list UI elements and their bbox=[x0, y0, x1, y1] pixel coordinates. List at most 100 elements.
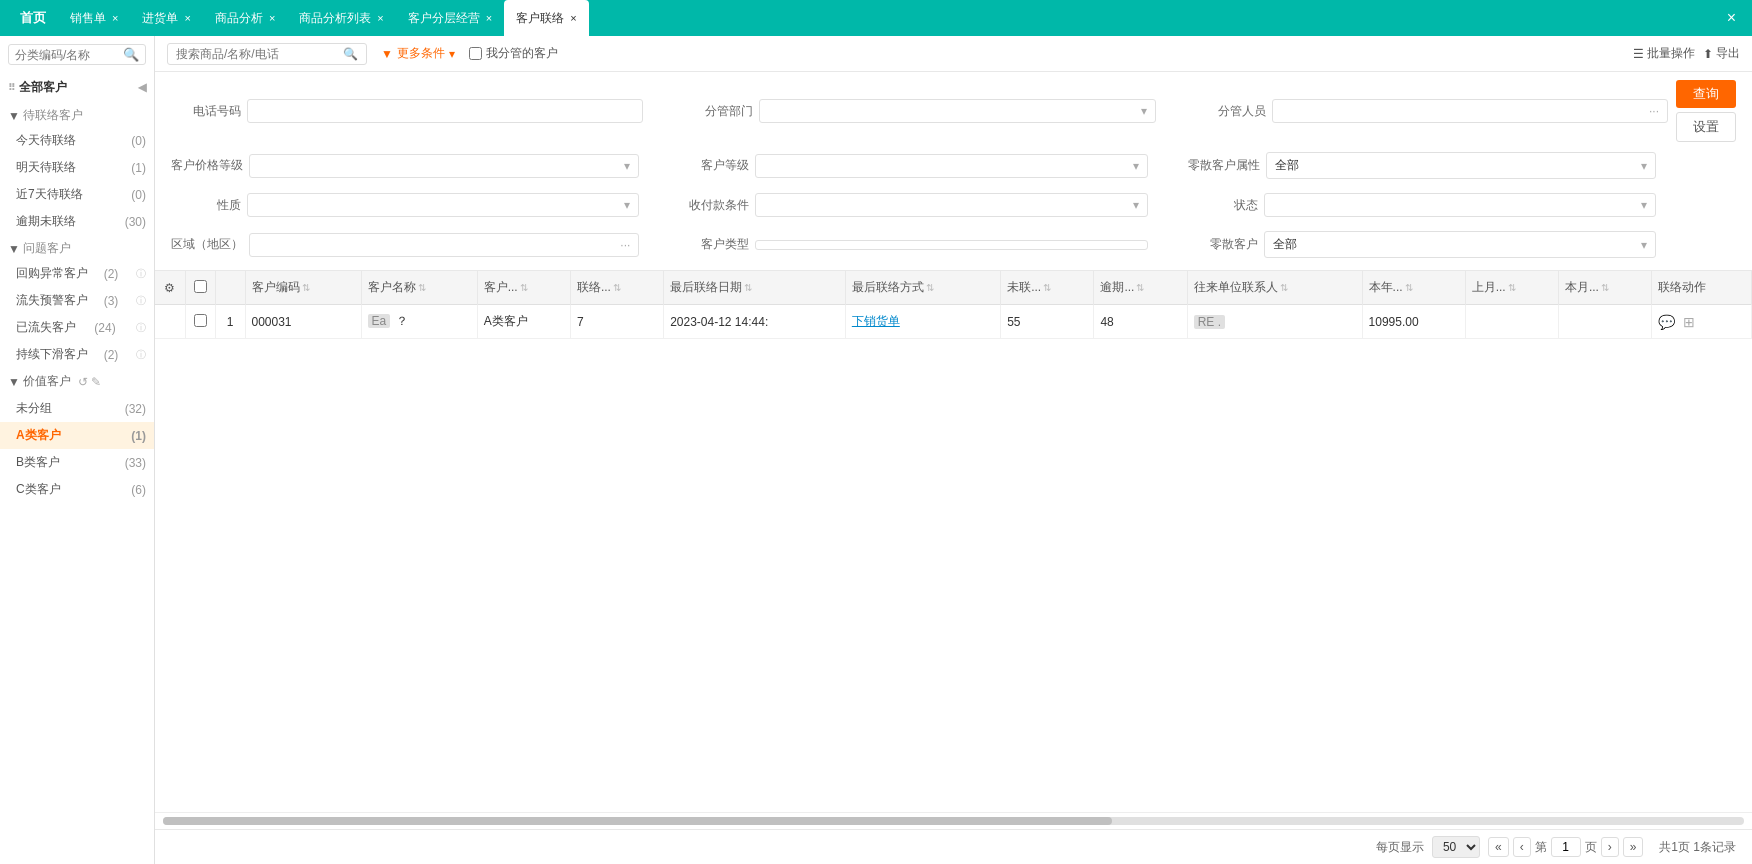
phone-input[interactable] bbox=[247, 99, 643, 123]
col-last-method[interactable]: 最后联络方式 bbox=[845, 271, 1000, 305]
nav-tab-sales[interactable]: 销售单 × bbox=[58, 0, 130, 36]
row-last-method[interactable]: 下销货单 bbox=[845, 305, 1000, 339]
search-box[interactable]: 🔍 bbox=[167, 43, 367, 65]
prev-page-button[interactable]: ‹ bbox=[1513, 837, 1531, 857]
batch-operation-button[interactable]: ☰ 批量操作 bbox=[1633, 45, 1695, 62]
region-select[interactable]: ··· bbox=[249, 233, 639, 257]
sidebar-item-ungrouped[interactable]: 未分组(32) bbox=[0, 395, 154, 422]
retail-attr-select[interactable]: 全部 ▾ bbox=[1266, 152, 1656, 179]
sidebar-item-a-class[interactable]: A类客户(1) bbox=[0, 422, 154, 449]
select-all-checkbox[interactable] bbox=[194, 280, 207, 293]
scrollbar-thumb[interactable] bbox=[163, 817, 1112, 825]
row-checkbox-cell[interactable] bbox=[185, 305, 215, 339]
retail-customer-select[interactable]: 全部 ▾ bbox=[1264, 231, 1656, 258]
per-page-select[interactable]: 50 bbox=[1432, 836, 1480, 858]
app-close-button[interactable]: × bbox=[1719, 9, 1744, 27]
close-purchase-tab[interactable]: × bbox=[184, 12, 190, 24]
query-button[interactable]: 查询 bbox=[1676, 80, 1736, 108]
next-page-button[interactable]: › bbox=[1601, 837, 1619, 857]
nature-select[interactable]: ▾ bbox=[247, 193, 639, 217]
row-checkbox[interactable] bbox=[194, 314, 207, 327]
sort-contacts-icon[interactable] bbox=[613, 282, 621, 293]
sort-overdue-icon[interactable] bbox=[1136, 282, 1144, 293]
close-sales-tab[interactable]: × bbox=[112, 12, 118, 24]
sidebar-item-abnormal[interactable]: 回购异常客户(2) ⓘ bbox=[0, 260, 154, 287]
filter-more-button[interactable]: ▼ 更多条件 ▾ bbox=[375, 42, 461, 65]
sidebar-item-b-class[interactable]: B类客户(33) bbox=[0, 449, 154, 476]
col-no-contact[interactable]: 未联... bbox=[1001, 271, 1094, 305]
problem-group-label: ▼ 问题客户 bbox=[0, 235, 154, 260]
sidebar-collapse-icon[interactable]: ◀ bbox=[138, 81, 146, 94]
col-code[interactable]: 客户编码 bbox=[245, 271, 361, 305]
sort-name-icon[interactable] bbox=[418, 282, 426, 293]
col-overdue[interactable]: 逾期... bbox=[1094, 271, 1187, 305]
dept-select[interactable]: ▾ bbox=[759, 99, 1155, 123]
sidebar-item-today[interactable]: 今天待联络(0) bbox=[0, 127, 154, 154]
my-customers-check-input[interactable] bbox=[469, 47, 482, 60]
nav-tab-customer-tier[interactable]: 客户分层经营 × bbox=[396, 0, 504, 36]
last-page-button[interactable]: » bbox=[1623, 837, 1644, 857]
customer-type-select[interactable] bbox=[755, 240, 1147, 250]
col-last-month[interactable]: 上月... bbox=[1465, 271, 1558, 305]
scrollbar-track[interactable] bbox=[163, 817, 1744, 825]
sidebar-item-churn-warning[interactable]: 流失预警客户(3) ⓘ bbox=[0, 287, 154, 314]
search-input[interactable] bbox=[176, 47, 343, 61]
settings-button[interactable]: 设置 bbox=[1676, 112, 1736, 142]
chat-action-icon[interactable]: 💬 bbox=[1658, 314, 1675, 330]
page-number-input[interactable] bbox=[1551, 837, 1581, 857]
gear-icon[interactable]: ⚙ bbox=[164, 281, 175, 295]
sidebar-item-churned[interactable]: 已流失客户(24) ⓘ bbox=[0, 314, 154, 341]
sort-last-month-icon[interactable] bbox=[1508, 282, 1516, 293]
price-grade-select[interactable]: ▾ bbox=[249, 154, 639, 178]
value-edit-icon[interactable]: ✎ bbox=[91, 375, 101, 389]
customer-grade-select[interactable]: ▾ bbox=[755, 154, 1147, 178]
sidebar-item-c-class[interactable]: C类客户(6) bbox=[0, 476, 154, 503]
sidebar-search-box[interactable]: 🔍 bbox=[8, 44, 146, 65]
nav-tab-customer-contact[interactable]: 客户联络 × bbox=[504, 0, 588, 36]
sort-prev-contacts-icon[interactable] bbox=[1280, 282, 1288, 293]
close-customer-contact-tab[interactable]: × bbox=[570, 12, 576, 24]
close-customer-tier-tab[interactable]: × bbox=[486, 12, 492, 24]
sort-last-date-icon[interactable] bbox=[744, 282, 752, 293]
col-type[interactable]: 客户... bbox=[477, 271, 570, 305]
my-customers-checkbox[interactable]: 我分管的客户 bbox=[469, 45, 558, 62]
sidebar-item-tomorrow[interactable]: 明天待联络(1) bbox=[0, 154, 154, 181]
payment-select[interactable]: ▾ bbox=[755, 193, 1147, 217]
export-button[interactable]: ⬆ 导出 bbox=[1703, 45, 1740, 62]
status-select[interactable]: ▾ bbox=[1264, 193, 1656, 217]
sidebar-item-overdue[interactable]: 逾期未联络(30) bbox=[0, 208, 154, 235]
first-page-button[interactable]: « bbox=[1488, 837, 1509, 857]
col-prev-contacts[interactable]: 往来单位联系人 bbox=[1187, 271, 1362, 305]
last-method-link[interactable]: 下销货单 bbox=[852, 314, 900, 328]
manager-select[interactable]: ··· bbox=[1272, 99, 1668, 123]
sidebar-item-7days[interactable]: 近7天待联络(0) bbox=[0, 181, 154, 208]
search-icon[interactable]: 🔍 bbox=[343, 47, 358, 61]
col-this-year[interactable]: 本年... bbox=[1362, 271, 1465, 305]
nav-tab-product-analysis[interactable]: 商品分析 × bbox=[203, 0, 287, 36]
nav-tab-purchase[interactable]: 进货单 × bbox=[130, 0, 202, 36]
value-refresh-icon[interactable]: ↺ bbox=[78, 375, 88, 389]
sort-last-method-icon[interactable] bbox=[926, 282, 934, 293]
col-gear[interactable]: ⚙ bbox=[155, 271, 185, 305]
close-product-analysis-tab[interactable]: × bbox=[269, 12, 275, 24]
close-product-list-tab[interactable]: × bbox=[377, 12, 383, 24]
sort-code-icon[interactable] bbox=[302, 282, 310, 293]
more-action-icon[interactable]: ⊞ bbox=[1683, 314, 1695, 330]
col-last-date[interactable]: 最后联络日期 bbox=[664, 271, 846, 305]
nav-home[interactable]: 首页 bbox=[8, 0, 58, 36]
col-name[interactable]: 客户名称 bbox=[361, 271, 477, 305]
sort-type-icon[interactable] bbox=[520, 282, 528, 293]
sidebar-search-icon[interactable]: 🔍 bbox=[123, 47, 139, 62]
col-this-month[interactable]: 本月... bbox=[1558, 271, 1651, 305]
col-checkbox[interactable] bbox=[185, 271, 215, 305]
all-customers-header[interactable]: ⠿ 全部客户 ◀ bbox=[0, 73, 154, 102]
row-name[interactable]: Ea ？ bbox=[361, 305, 477, 339]
nav-tab-product-list[interactable]: 商品分析列表 × bbox=[287, 0, 395, 36]
sidebar-item-declining[interactable]: 持续下滑客户(2) ⓘ bbox=[0, 341, 154, 368]
sort-this-year-icon[interactable] bbox=[1405, 282, 1413, 293]
sidebar-search-input[interactable] bbox=[15, 48, 123, 62]
sort-no-contact-icon[interactable] bbox=[1043, 282, 1051, 293]
col-contacts[interactable]: 联络... bbox=[570, 271, 663, 305]
sort-this-month-icon[interactable] bbox=[1601, 282, 1609, 293]
horizontal-scrollbar[interactable] bbox=[155, 812, 1752, 829]
